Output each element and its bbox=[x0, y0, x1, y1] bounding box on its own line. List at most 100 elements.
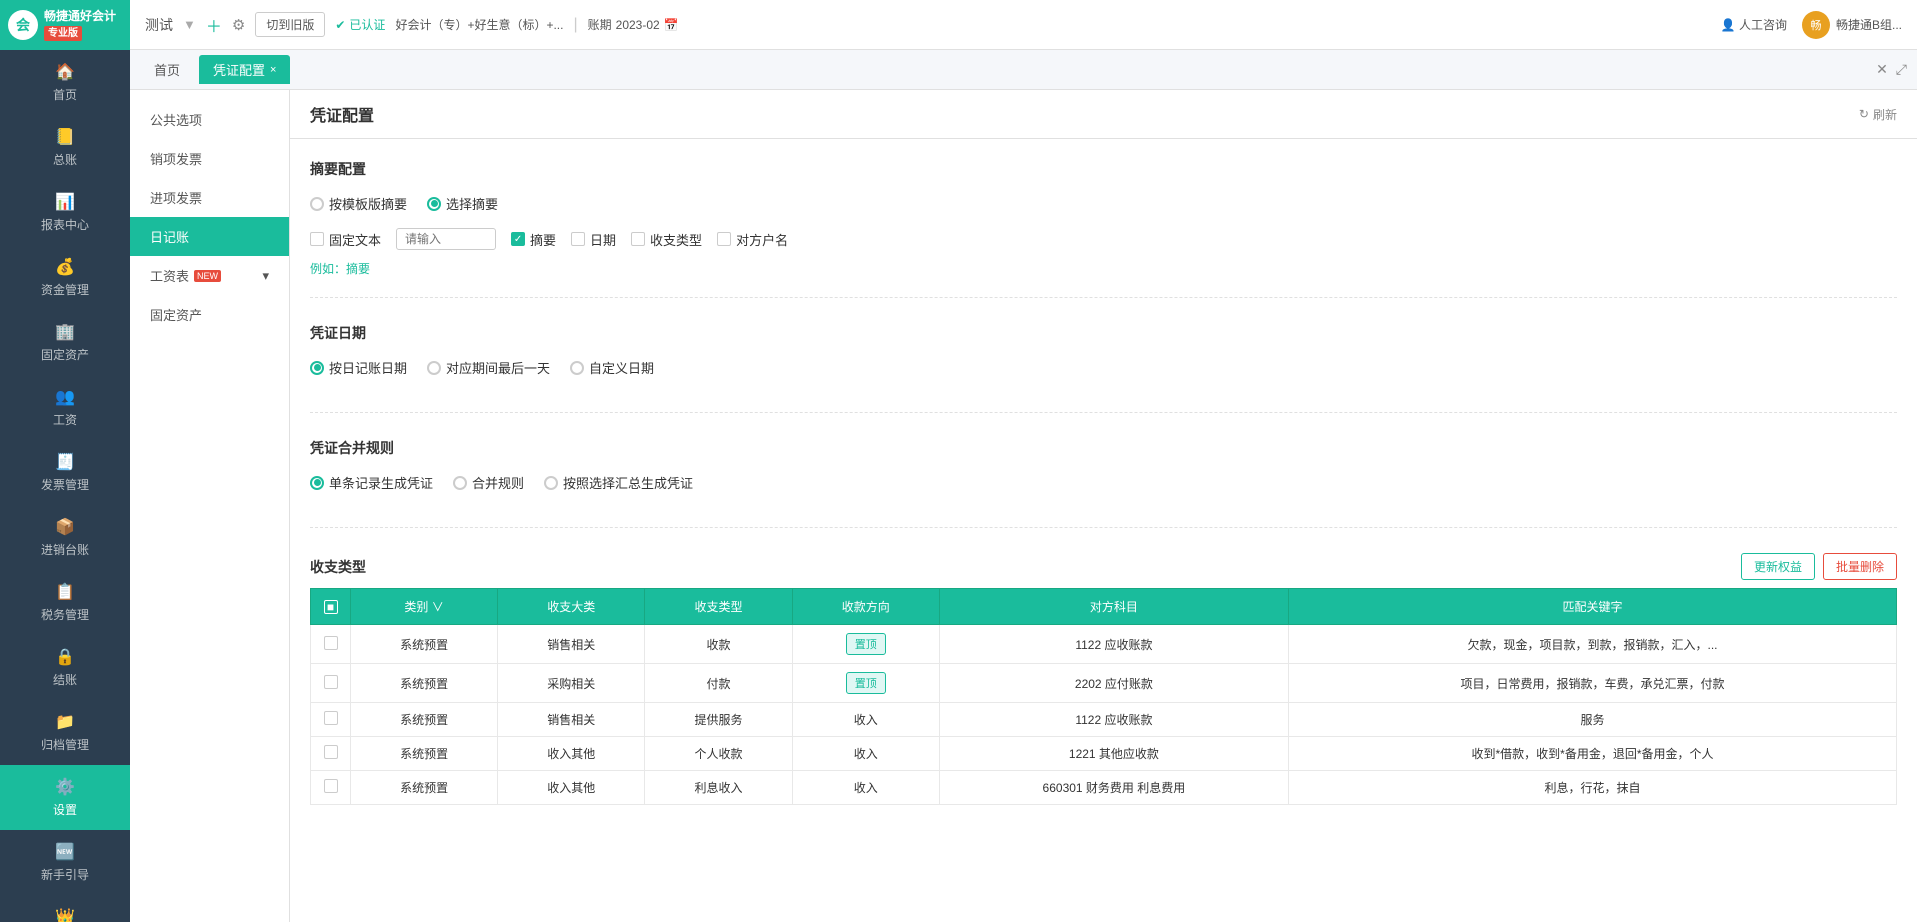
refresh-button[interactable]: ↻ 刷新 bbox=[1859, 106, 1897, 123]
row-major-5: 收入其他 bbox=[498, 771, 645, 805]
period-info: 账期 2023-02 📅 bbox=[588, 16, 679, 33]
income-expense-title: 收支类型 bbox=[310, 559, 366, 575]
row-direction-3: 收入 bbox=[792, 703, 939, 737]
user-menu[interactable]: 畅 畅捷通B组... bbox=[1802, 11, 1902, 39]
row-keywords-1: 欠款，现金，项目款，到款，报销款，汇入，... bbox=[1289, 625, 1897, 664]
main-panel: 凭证配置 ↻ 刷新 摘要配置 按模板版摘要 bbox=[290, 90, 1917, 922]
row-check-1[interactable] bbox=[324, 636, 338, 650]
sidebar-item-tax[interactable]: 📋 税务管理 bbox=[0, 570, 130, 635]
sidebar-item-home-label: 首页 bbox=[53, 86, 77, 103]
summary-radio-group: 按模板版摘要 选择摘要 bbox=[310, 194, 1897, 213]
page-nav-purchase-invoice[interactable]: 进项发票 bbox=[130, 178, 289, 217]
home-icon: 🏠 bbox=[55, 62, 75, 82]
user-name: 畅捷通B组... bbox=[1836, 16, 1902, 33]
row-major-1: 销售相关 bbox=[498, 625, 645, 664]
company-dropdown-icon[interactable]: ▼ bbox=[183, 17, 196, 32]
sidebar-item-reports[interactable]: 📊 报表中心 bbox=[0, 180, 130, 245]
sidebar-item-payroll[interactable]: 👥 工资 bbox=[0, 375, 130, 440]
tabbar: 首页 凭证配置 × ✕ ⤢ bbox=[130, 50, 1917, 90]
cb-counterparty[interactable]: 对方户名 bbox=[717, 230, 788, 249]
guide-icon: 🆕 bbox=[55, 842, 75, 862]
page-nav-fixed-assets[interactable]: 固定资产 bbox=[130, 295, 289, 334]
cb-type[interactable]: 收支类型 bbox=[631, 230, 702, 249]
window-close-icon[interactable]: ✕ bbox=[1876, 61, 1888, 78]
delete-btn[interactable]: 批量删除 bbox=[1823, 553, 1897, 580]
radio-period-last[interactable]: 对应期间最后一天 bbox=[427, 358, 550, 377]
sidebar-item-ledger[interactable]: 📒 总账 bbox=[0, 115, 130, 180]
account-tags: 好会计（专）+好生意（标）+... bbox=[395, 16, 563, 33]
row-direction-5: 收入 bbox=[792, 771, 939, 805]
page-nav-journal[interactable]: 日记账 bbox=[130, 217, 289, 256]
row-keywords-5: 利息，行花，抹自 bbox=[1289, 771, 1897, 805]
row-category-3: 系统预置 bbox=[351, 703, 498, 737]
topbar-right: 👤 人工咨询 畅 畅捷通B组... bbox=[1721, 11, 1902, 39]
date-config-section: 凭证日期 按日记账日期 对应期间最后一天 自定义日期 bbox=[310, 323, 1897, 413]
app-logo: 会 畅捷通好会计 专业版 bbox=[0, 0, 130, 50]
row-check-4[interactable] bbox=[324, 745, 338, 759]
direction-tag-2[interactable]: 置顶 bbox=[846, 672, 886, 694]
select-all-checkbox[interactable]: ■ bbox=[324, 600, 338, 614]
radio-template-label: 按模板版摘要 bbox=[329, 194, 407, 213]
sidebar-item-guide[interactable]: 🆕 新手引导 bbox=[0, 830, 130, 895]
switch-old-btn[interactable]: 切到旧版 bbox=[255, 12, 325, 37]
date-radio-group: 按日记账日期 对应期间最后一天 自定义日期 bbox=[310, 358, 1897, 377]
sidebar-item-member[interactable]: 👑 畅会员 bbox=[0, 895, 130, 922]
radio-journal-date[interactable]: 按日记账日期 bbox=[310, 358, 407, 377]
tab-home[interactable]: 首页 bbox=[140, 55, 194, 84]
date-config-title: 凭证日期 bbox=[310, 323, 1897, 343]
cb-fixed-text[interactable]: 固定文本 bbox=[310, 230, 381, 249]
sidebar-item-home[interactable]: 🏠 首页 bbox=[0, 50, 130, 115]
sidebar-item-settings[interactable]: ⚙️ 设置 bbox=[0, 765, 130, 830]
radio-summary-gen[interactable]: 按照选择汇总生成凭证 bbox=[544, 473, 693, 492]
row-checkbox-1 bbox=[311, 625, 351, 664]
settings-icon: ⚙️ bbox=[55, 777, 75, 797]
direction-tag-1[interactable]: 置顶 bbox=[846, 633, 886, 655]
radio-select[interactable]: 选择摘要 bbox=[427, 194, 498, 213]
sidebar-item-purchase[interactable]: 📦 进销台账 bbox=[0, 505, 130, 570]
radio-custom-date[interactable]: 自定义日期 bbox=[570, 358, 654, 377]
payroll-icon: 👥 bbox=[55, 387, 75, 407]
sidebar-item-closing[interactable]: 🔒 结账 bbox=[0, 635, 130, 700]
fixed-text-input[interactable] bbox=[396, 228, 496, 250]
page-nav-public[interactable]: 公共选项 bbox=[130, 100, 289, 139]
page-nav-payroll[interactable]: 工资表 NEW ▾ bbox=[130, 256, 289, 295]
add-button[interactable]: ＋ bbox=[206, 13, 222, 37]
tab-voucher-label: 凭证配置 bbox=[213, 60, 265, 79]
app-sidebar: 会 畅捷通好会计 专业版 🏠 首页 📒 总账 📊 报表中心 💰 资金管理 🏢 固… bbox=[0, 0, 130, 922]
row-subject-1: 1122 应收账款 bbox=[939, 625, 1288, 664]
row-type-1: 收款 bbox=[645, 625, 792, 664]
tab-voucher-config[interactable]: 凭证配置 × bbox=[199, 55, 290, 84]
radio-single[interactable]: 单条记录生成凭证 bbox=[310, 473, 433, 492]
page-nav-sales-invoice[interactable]: 销项发票 bbox=[130, 139, 289, 178]
radio-single-label: 单条记录生成凭证 bbox=[329, 473, 433, 492]
row-check-2[interactable] bbox=[324, 675, 338, 689]
radio-merge[interactable]: 合并规则 bbox=[453, 473, 524, 492]
row-direction-2: 置顶 bbox=[792, 664, 939, 703]
merge-config-title: 凭证合并规则 bbox=[310, 438, 1897, 458]
row-category-1: 系统预置 bbox=[351, 625, 498, 664]
sidebar-item-assets[interactable]: 🏢 固定资产 bbox=[0, 310, 130, 375]
cb-summary[interactable]: ✓ 摘要 bbox=[511, 230, 556, 249]
radio-template[interactable]: 按模板版摘要 bbox=[310, 194, 407, 213]
row-major-4: 收入其他 bbox=[498, 737, 645, 771]
row-check-3[interactable] bbox=[324, 711, 338, 725]
settings-gear-icon[interactable]: ⚙ bbox=[232, 16, 245, 34]
purchase-icon: 📦 bbox=[55, 517, 75, 537]
table-row: 系统预置 销售相关 提供服务 收入 1122 应收账款 服务 bbox=[311, 703, 1897, 737]
update-btn[interactable]: 更新权益 bbox=[1741, 553, 1815, 580]
row-check-5[interactable] bbox=[324, 779, 338, 793]
invoice-icon: 🧾 bbox=[55, 452, 75, 472]
col-type: 收支类型 bbox=[645, 589, 792, 625]
divider: | bbox=[573, 16, 577, 34]
cb-fixed-text-box bbox=[310, 232, 324, 246]
help-button[interactable]: 👤 人工咨询 bbox=[1721, 16, 1787, 33]
row-checkbox-3 bbox=[311, 703, 351, 737]
row-type-3: 提供服务 bbox=[645, 703, 792, 737]
window-expand-icon[interactable]: ⤢ bbox=[1896, 61, 1907, 78]
calendar-icon[interactable]: 📅 bbox=[664, 18, 679, 32]
sidebar-item-funds[interactable]: 💰 资金管理 bbox=[0, 245, 130, 310]
cb-date[interactable]: 日期 bbox=[571, 230, 616, 249]
tab-close-icon[interactable]: × bbox=[270, 64, 276, 76]
sidebar-item-archive[interactable]: 📁 归档管理 bbox=[0, 700, 130, 765]
sidebar-item-invoice[interactable]: 🧾 发票管理 bbox=[0, 440, 130, 505]
